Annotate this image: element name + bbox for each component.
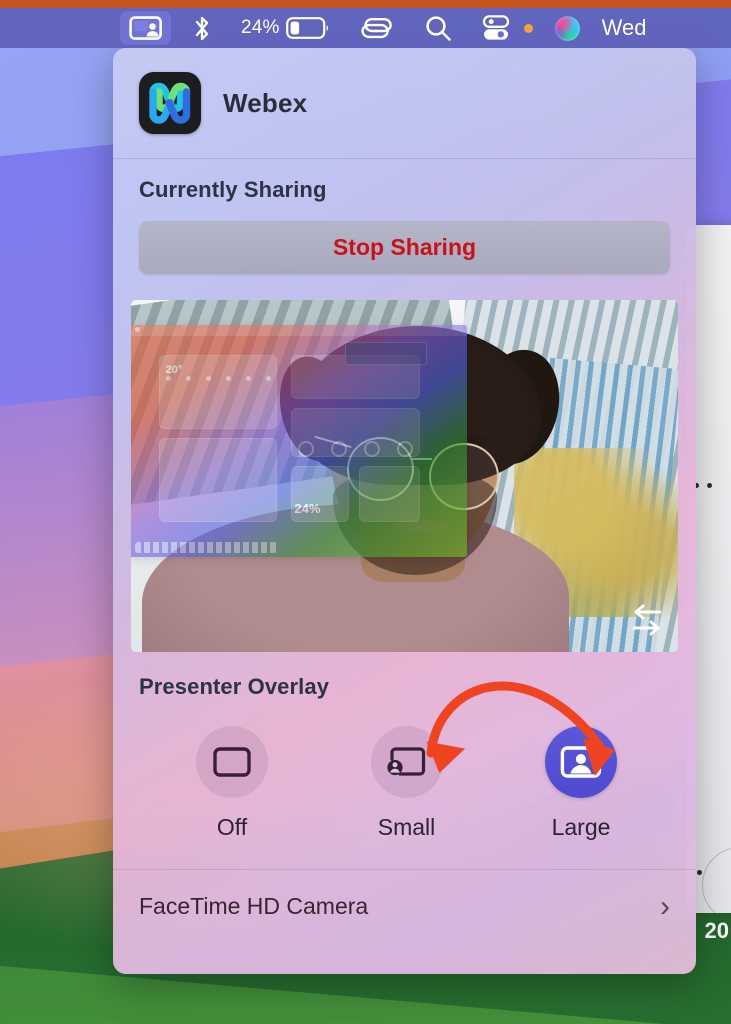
background-window-dot — [697, 870, 702, 875]
app-title: Webex — [223, 87, 308, 118]
orange-status-dot — [523, 23, 533, 33]
presenter-option-label: Large — [551, 814, 611, 840]
shared-screen-titlebar — [131, 324, 468, 337]
person-corner-overlay-icon — [370, 726, 443, 798]
battery-percent-label: 24% — [241, 17, 280, 38]
presenter-overlay-section: Presenter Overlay Off Small Large — [113, 652, 696, 851]
camera-selector-row[interactable]: FaceTime HD Camera › — [113, 870, 696, 943]
webex-menu-popover: Webex Currently Sharing Stop Sharing 20°… — [113, 48, 696, 974]
shared-widget-battery-percent: 24% — [294, 501, 321, 517]
siri-orb-icon[interactable] — [547, 11, 588, 45]
presenter-option-large[interactable]: Large — [506, 726, 656, 841]
shared-secondary-window — [345, 342, 427, 366]
camera-preview[interactable]: 20° 24% — [131, 300, 678, 652]
chevron-right-icon[interactable]: › — [660, 891, 670, 922]
shared-screen-overlay: 20° 24% — [131, 324, 468, 557]
shared-widget-temperature: 20° — [165, 364, 183, 377]
presenter-option-label: Off — [216, 814, 248, 840]
popover-header: Webex — [113, 48, 696, 158]
presenter-option-label: Small — [377, 814, 436, 840]
background-window-number: 20 — [704, 918, 729, 943]
presenter-option-off[interactable]: Off — [157, 726, 307, 841]
rectangle-outline-icon — [196, 726, 268, 798]
shared-widget-notes — [158, 438, 278, 523]
screen-share-person-icon[interactable] — [120, 11, 171, 45]
shared-widget-icons — [165, 375, 271, 381]
swap-arrows-icon[interactable] — [626, 600, 668, 640]
person-in-frame-filled-icon — [545, 726, 617, 798]
shared-dock — [135, 541, 278, 554]
control-center-icon[interactable] — [474, 11, 518, 45]
presenter-option-small[interactable]: Small — [332, 726, 482, 841]
stop-sharing-button[interactable]: Stop Sharing — [139, 221, 670, 274]
camera-name-label: FaceTime HD Camera — [139, 893, 369, 919]
battery-icon — [285, 17, 328, 39]
background-window-dots — [694, 483, 712, 488]
menu-bar-clock[interactable]: Wed — [602, 15, 647, 41]
presenter-overlay-title: Presenter Overlay — [139, 674, 330, 699]
currently-sharing-section: Currently Sharing Stop Sharing — [113, 159, 696, 294]
search-icon[interactable] — [416, 11, 460, 45]
currently-sharing-title: Currently Sharing — [139, 177, 327, 202]
link-chain-icon[interactable] — [352, 11, 402, 45]
battery-status[interactable]: 24% — [233, 11, 338, 45]
webex-app-icon — [139, 72, 201, 134]
bluetooth-icon[interactable] — [185, 11, 219, 45]
presenter-overlay-options: Off Small Large — [139, 726, 670, 841]
shared-widget-rings — [297, 440, 414, 457]
top-orange-strip — [0, 0, 731, 8]
shared-widget-calendar — [358, 466, 420, 523]
camera-preview-section: 20° 24% — [113, 294, 696, 652]
background-window-circle — [702, 847, 731, 913]
macos-menu-bar: 24% Wed — [0, 8, 731, 48]
